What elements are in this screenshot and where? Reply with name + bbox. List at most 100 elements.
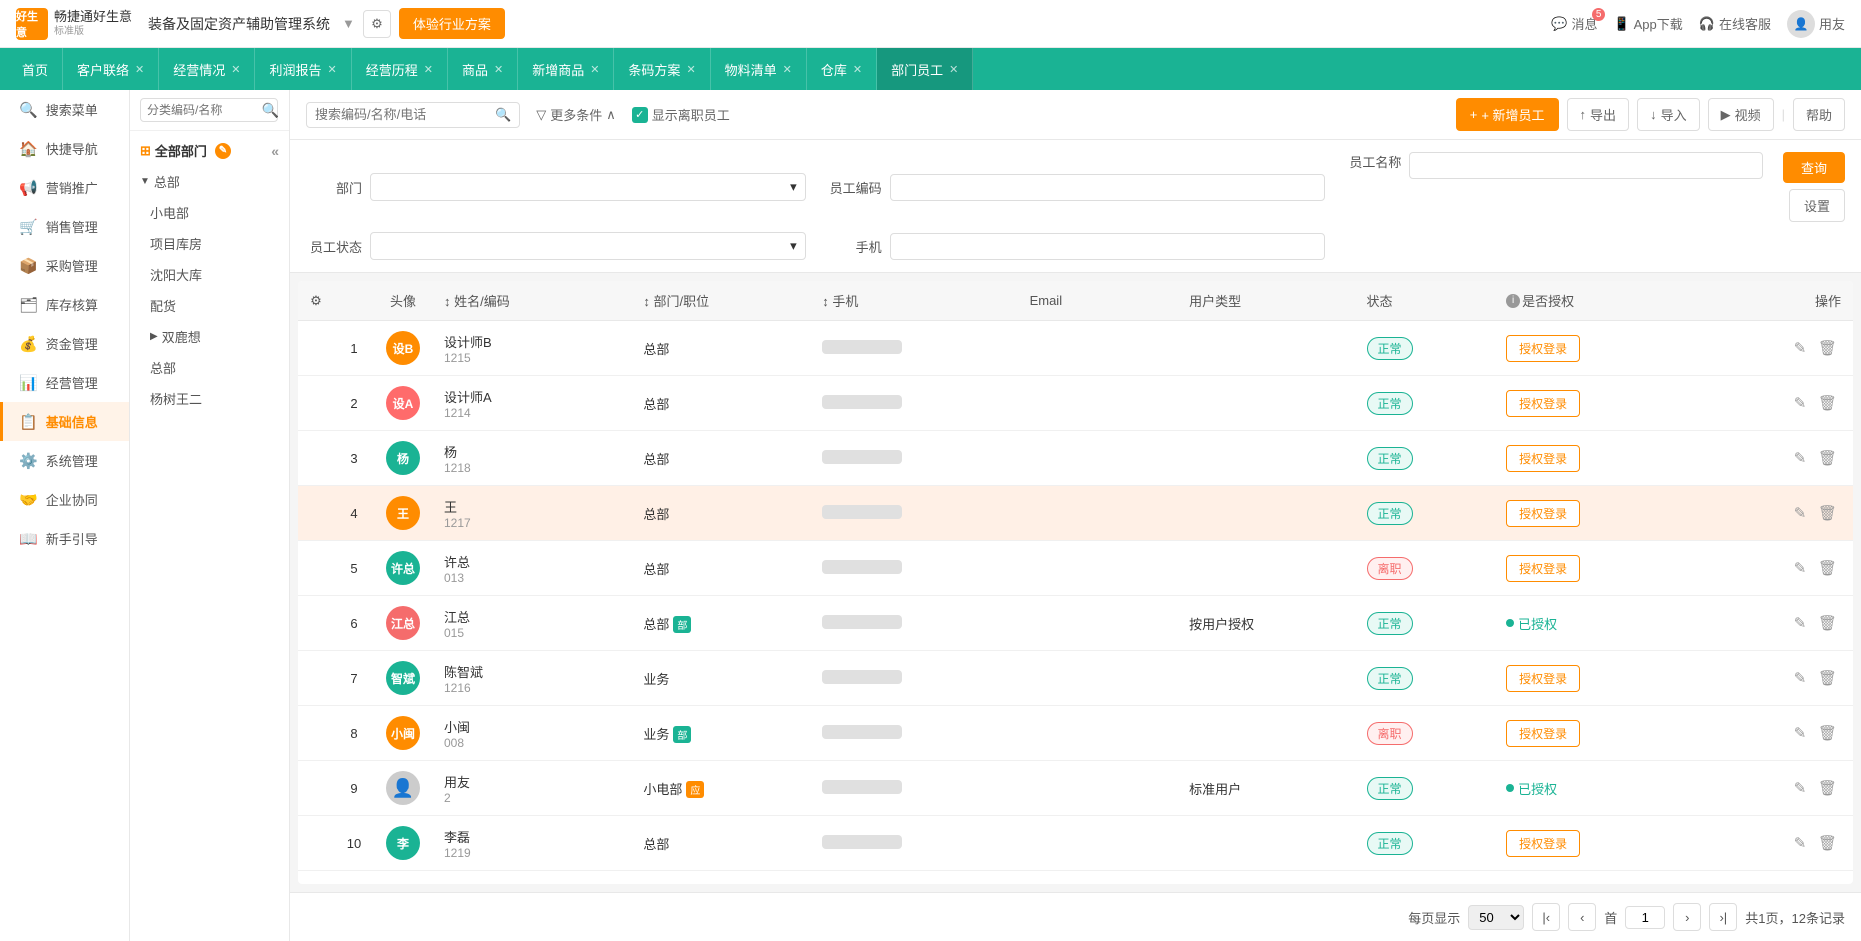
close-icon[interactable]: ✕: [328, 63, 337, 76]
edit-button[interactable]: ✎: [1790, 557, 1811, 579]
message-button[interactable]: 💬 消息 5: [1551, 14, 1597, 33]
view-button[interactable]: ▶ 视频: [1708, 98, 1774, 131]
sidebar-item-guide[interactable]: 📖 新手引导: [0, 519, 129, 558]
sidebar-item-inventory[interactable]: 🗂 库存核算: [0, 285, 129, 324]
delete-button[interactable]: 🗑: [1814, 337, 1841, 359]
close-icon[interactable]: ✕: [231, 63, 240, 76]
page-number-input[interactable]: [1625, 906, 1665, 929]
delete-button[interactable]: 🗑: [1814, 557, 1841, 579]
auth-button[interactable]: 授权登录: [1506, 390, 1580, 417]
sidebar-item-operation[interactable]: 📊 经营管理: [0, 363, 129, 402]
nav-tab-history[interactable]: 经营历程 ✕: [352, 48, 448, 90]
dept-node-xiaodian[interactable]: 小电部: [130, 197, 289, 228]
nav-tab-customer[interactable]: 客户联络 ✕: [63, 48, 159, 90]
online-service-button[interactable]: 🎧 在线客服: [1699, 14, 1771, 33]
edit-button[interactable]: ✎: [1790, 777, 1811, 799]
dept-node-zongbu[interactable]: ▼ 总部: [130, 166, 289, 197]
trial-button[interactable]: 体验行业方案: [399, 8, 505, 39]
close-icon[interactable]: ✕: [686, 63, 695, 76]
nav-tab-dept[interactable]: 部门员工 ✕: [877, 48, 973, 90]
phone-filter-input[interactable]: [890, 233, 1326, 260]
user-menu-button[interactable]: 👤 用友: [1787, 10, 1845, 38]
auth-button[interactable]: 授权登录: [1506, 445, 1580, 472]
dept-node-peihuo[interactable]: 配货: [130, 290, 289, 321]
sidebar-item-enterprise[interactable]: 🤝 企业协同: [0, 480, 129, 519]
close-icon[interactable]: ✕: [135, 63, 144, 76]
auth-button[interactable]: 授权登录: [1506, 720, 1580, 747]
edit-button[interactable]: ✎: [1790, 667, 1811, 689]
edit-icon[interactable]: ✎: [215, 143, 231, 159]
delete-button[interactable]: 🗑: [1814, 392, 1841, 414]
status-filter-select[interactable]: ▾: [370, 232, 806, 260]
nav-tab-barcode[interactable]: 条码方案 ✕: [614, 48, 710, 90]
show-resigned-toggle[interactable]: ✓ 显示离职员工: [632, 105, 730, 124]
col-settings[interactable]: ⚙: [298, 281, 334, 321]
delete-button[interactable]: 🗑: [1814, 447, 1841, 469]
nav-tab-home[interactable]: 首页: [8, 48, 63, 90]
sidebar-item-finance[interactable]: 💰 资金管理: [0, 324, 129, 363]
sidebar-item-marketing[interactable]: 📢 营销推广: [0, 168, 129, 207]
delete-button[interactable]: 🗑: [1814, 502, 1841, 524]
empcode-filter-input[interactable]: [890, 174, 1326, 201]
edit-button[interactable]: ✎: [1790, 612, 1811, 634]
close-icon[interactable]: ✕: [949, 63, 958, 76]
close-icon[interactable]: ✕: [853, 63, 862, 76]
import-button[interactable]: ↓ 导入: [1637, 98, 1700, 131]
query-button[interactable]: 查询: [1783, 152, 1845, 183]
collapse-icon[interactable]: «: [271, 143, 279, 159]
dept-search-input[interactable]: [140, 98, 278, 122]
delete-button[interactable]: 🗑: [1814, 667, 1841, 689]
next-page-button[interactable]: ›: [1673, 903, 1701, 931]
dept-node-yang[interactable]: 杨树王二: [130, 383, 289, 414]
export-button[interactable]: ↑ 导出: [1567, 98, 1630, 131]
edit-button[interactable]: ✎: [1790, 392, 1811, 414]
edit-button[interactable]: ✎: [1790, 832, 1811, 854]
first-page-button[interactable]: |‹: [1532, 903, 1560, 931]
delete-button[interactable]: 🗑: [1814, 722, 1841, 744]
delete-button[interactable]: 🗑: [1814, 777, 1841, 799]
edit-button[interactable]: ✎: [1790, 722, 1811, 744]
auth-button[interactable]: 授权登录: [1506, 555, 1580, 582]
sidebar-item-search[interactable]: 🔍 搜索菜单: [0, 90, 129, 129]
dept-node-zongbu2[interactable]: 总部: [130, 352, 289, 383]
search-input[interactable]: [315, 107, 495, 122]
sidebar-item-quick[interactable]: 🏠 快捷导航: [0, 129, 129, 168]
dept-node-shuanglu[interactable]: ▶ 双鹿想: [130, 321, 289, 352]
nav-tab-bom[interactable]: 物料清单 ✕: [711, 48, 807, 90]
dept-filter-select[interactable]: ▾: [370, 173, 806, 201]
edit-button[interactable]: ✎: [1790, 502, 1811, 524]
close-icon[interactable]: ✕: [590, 63, 599, 76]
close-icon[interactable]: ✕: [424, 63, 433, 76]
info-icon[interactable]: i: [1506, 294, 1520, 308]
app-download-button[interactable]: 📱 App下载: [1613, 14, 1682, 33]
sidebar-item-sales[interactable]: 🛒 销售管理: [0, 207, 129, 246]
sidebar-item-system[interactable]: ⚙️ 系统管理: [0, 441, 129, 480]
auth-button[interactable]: 授权登录: [1506, 335, 1580, 362]
col-name-header[interactable]: ↕ 姓名/编码: [432, 281, 631, 321]
add-employee-button[interactable]: + + 新增员工: [1456, 98, 1559, 131]
auth-button[interactable]: 授权登录: [1506, 830, 1580, 857]
auth-button[interactable]: 授权登录: [1506, 500, 1580, 527]
edit-button[interactable]: ✎: [1790, 447, 1811, 469]
set-button[interactable]: 设置: [1789, 189, 1845, 222]
nav-tab-profit[interactable]: 利润报告 ✕: [255, 48, 351, 90]
dept-all-item[interactable]: ⊞ 全部部门 ✎ «: [130, 135, 289, 166]
page-size-select[interactable]: 10 20 50 100: [1468, 905, 1524, 930]
delete-button[interactable]: 🗑: [1814, 832, 1841, 854]
close-icon[interactable]: ✕: [783, 63, 792, 76]
last-page-button[interactable]: ›|: [1709, 903, 1737, 931]
delete-button[interactable]: 🗑: [1814, 612, 1841, 634]
gear-button[interactable]: ⚙: [363, 10, 391, 38]
edit-button[interactable]: ✎: [1790, 337, 1811, 359]
empname-filter-input[interactable]: [1409, 152, 1763, 179]
more-filter-button[interactable]: ▽ 更多条件 ∧: [528, 101, 624, 128]
search-icon[interactable]: 🔍: [495, 107, 511, 123]
auth-button[interactable]: 授权登录: [1506, 665, 1580, 692]
close-icon[interactable]: ✕: [494, 63, 503, 76]
col-phone-header[interactable]: ↕ 手机: [810, 281, 1017, 321]
sidebar-item-basic[interactable]: 📋 基础信息: [0, 402, 129, 441]
col-dept-header[interactable]: ↕ 部门/职位: [631, 281, 810, 321]
dept-node-shenyang[interactable]: 沈阳大库: [130, 259, 289, 290]
nav-tab-operation[interactable]: 经营情况 ✕: [159, 48, 255, 90]
title-dropdown-icon[interactable]: ▼: [342, 16, 355, 31]
